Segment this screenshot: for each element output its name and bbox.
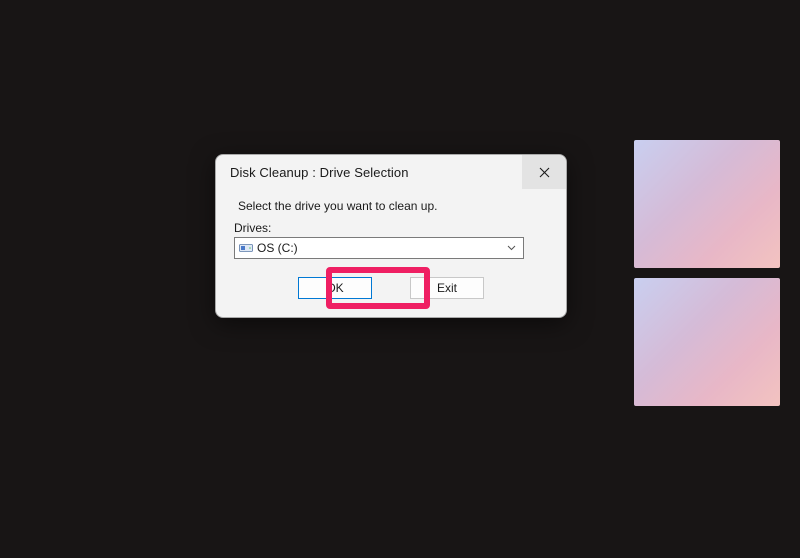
close-button[interactable] bbox=[522, 155, 566, 189]
dialog-titlebar: Disk Cleanup : Drive Selection bbox=[216, 155, 566, 189]
chevron-down-icon bbox=[503, 245, 519, 251]
windows-logo-tile bbox=[634, 140, 780, 268]
drive-select[interactable]: OS (C:) bbox=[234, 237, 524, 259]
windows-logo bbox=[634, 140, 780, 406]
ok-button[interactable]: OK bbox=[298, 277, 372, 299]
drive-icon bbox=[239, 242, 253, 254]
close-icon bbox=[539, 167, 550, 178]
exit-button-label: Exit bbox=[437, 281, 457, 295]
drive-select-value: OS (C:) bbox=[257, 241, 499, 255]
disk-cleanup-dialog: Disk Cleanup : Drive Selection Select th… bbox=[215, 154, 567, 318]
windows-logo-tile bbox=[634, 278, 780, 406]
dialog-title: Disk Cleanup : Drive Selection bbox=[216, 165, 522, 180]
instruction-text: Select the drive you want to clean up. bbox=[238, 199, 544, 213]
drives-label: Drives: bbox=[234, 221, 544, 235]
dialog-body: Select the drive you want to clean up. D… bbox=[216, 189, 566, 317]
ok-button-label: OK bbox=[326, 281, 343, 295]
dialog-buttons: OK Exit bbox=[238, 277, 544, 299]
exit-button[interactable]: Exit bbox=[410, 277, 484, 299]
